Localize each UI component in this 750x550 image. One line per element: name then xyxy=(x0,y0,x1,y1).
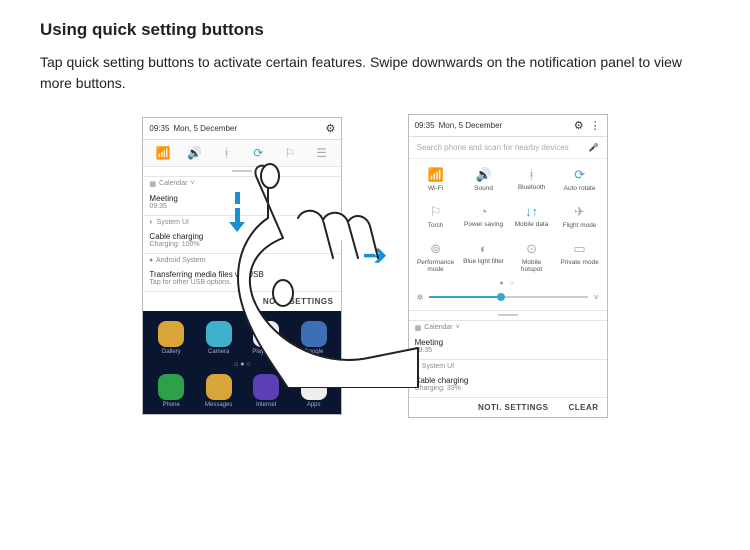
more-icon[interactable]: ⋮ xyxy=(590,119,601,132)
search-placeholder: Search phone and scan for nearby devices xyxy=(417,143,569,152)
clear-button[interactable]: CLEAR xyxy=(569,403,599,412)
auto-brightness-chevron-icon[interactable]: ˅ xyxy=(594,293,599,302)
android-system-header: ♦ Android System xyxy=(143,254,341,267)
qs-blue-light[interactable]: ◐Blue light filter xyxy=(463,241,505,273)
qs-wifi[interactable]: 📶Wi-Fi xyxy=(415,167,457,192)
qs-page-indicator: ● ○ xyxy=(409,278,607,289)
system-ui-header: ◐ System UI xyxy=(409,360,607,373)
page-title: Using quick setting buttons xyxy=(40,20,710,40)
notification-title: Cable charging xyxy=(149,232,335,241)
wifi-icon[interactable]: 📶 xyxy=(155,146,171,160)
notification-meeting[interactable]: Meeting 09:35 xyxy=(409,335,607,360)
notification-media-transfer[interactable]: Transferring media files via USB Tap for… xyxy=(143,267,341,292)
brightness-icon: ✲ xyxy=(417,293,424,302)
app-apps[interactable]: Apps xyxy=(292,374,336,408)
notification-subtext: Tap for other USB options. xyxy=(149,279,335,286)
noti-settings-button[interactable]: NOTI. SETTINGS xyxy=(478,403,549,412)
page-indicator: ⌂ ● ○ xyxy=(149,361,335,368)
qs-hotspot[interactable]: ⊙Mobile hotspot xyxy=(511,241,553,273)
notification-title: Transferring media files via USB xyxy=(149,270,335,279)
notification-charging[interactable]: Cable charging Charging: 33% xyxy=(409,373,607,398)
sound-icon[interactable]: 🔊 xyxy=(187,146,203,160)
status-bar: 09:35 Mon, 5 December ⚙ ⋮ xyxy=(409,115,607,137)
noti-settings-button[interactable]: NOTI. SETTINGS xyxy=(263,297,334,306)
qs-mobile-data[interactable]: ↓↑Mobile data xyxy=(511,204,553,229)
phone-expanded-panel: 09:35 Mon, 5 December ⚙ ⋮ Search phone a… xyxy=(408,114,608,418)
notification-actions: NOTI. SETTINGS xyxy=(143,292,341,311)
app-gallery[interactable]: Gallery xyxy=(149,321,193,355)
torch-icon[interactable]: ⚐ xyxy=(282,146,298,160)
app-internet[interactable]: Internet xyxy=(244,374,288,408)
panel-drag-handle[interactable] xyxy=(409,311,607,321)
quick-settings-grid: 📶Wi-Fi 🔊Sound ᚼBluetooth ⟳Auto rotate ⚐T… xyxy=(409,159,607,278)
qs-flight-mode[interactable]: ✈Flight mode xyxy=(559,204,601,229)
notification-subtext: Charging: 33% xyxy=(415,385,601,392)
status-date: Mon, 5 December xyxy=(173,124,237,133)
swipe-down-arrow-icon xyxy=(229,192,245,232)
mic-icon[interactable]: 🎤 xyxy=(589,143,599,152)
brightness-slider[interactable]: ✲ ˅ xyxy=(409,289,607,311)
search-bar[interactable]: Search phone and scan for nearby devices… xyxy=(409,137,607,159)
notification-title: Meeting xyxy=(415,338,601,347)
app-camera[interactable]: Camera xyxy=(197,321,241,355)
qs-sound[interactable]: 🔊Sound xyxy=(463,167,505,192)
notification-subtext: 09:35 xyxy=(415,347,601,354)
autorotate-icon[interactable]: ⟳ xyxy=(250,146,266,160)
home-screen: Gallery Camera Play Store Google ⌂ ● ○ P… xyxy=(143,311,341,414)
bluetooth-icon[interactable]: ᚼ xyxy=(219,146,235,160)
qs-private[interactable]: ▭Private mode xyxy=(559,241,601,273)
status-bar: 09:35 Mon, 5 December ⚙ xyxy=(143,118,341,140)
notification-actions: NOTI. SETTINGS CLEAR xyxy=(409,398,607,417)
app-messages[interactable]: Messages xyxy=(197,374,241,408)
qs-performance[interactable]: ⊚Performance mode xyxy=(415,241,457,273)
qs-power-saving[interactable]: ◔Power saving xyxy=(463,204,505,229)
settings-icon[interactable]: ⚙ xyxy=(326,122,336,135)
status-time: 09:35 xyxy=(149,124,169,133)
notification-title: Cable charging xyxy=(415,376,601,385)
calendar-header: ▦ Calendar ˅ xyxy=(409,321,607,335)
app-phone[interactable]: Phone xyxy=(149,374,193,408)
status-time: 09:35 xyxy=(415,121,435,130)
arrow-right-icon: ➔ xyxy=(362,238,387,273)
phone-collapsed-panel: 09:35 Mon, 5 December ⚙ 📶 🔊 ᚼ ⟳ ⚐ ☰ ▦ Ca… xyxy=(142,117,342,415)
notification-charging[interactable]: Cable charging Charging: 100% xyxy=(143,229,341,254)
quick-settings-compact: 📶 🔊 ᚼ ⟳ ⚐ ☰ xyxy=(143,140,341,167)
illustration-row: 09:35 Mon, 5 December ⚙ 📶 🔊 ᚼ ⟳ ⚐ ☰ ▦ Ca… xyxy=(40,114,710,418)
qs-bluetooth[interactable]: ᚼBluetooth xyxy=(511,167,553,192)
page-description: Tap quick setting buttons to activate ce… xyxy=(40,52,710,94)
status-date: Mon, 5 December xyxy=(439,121,503,130)
panel-drag-handle[interactable] xyxy=(143,167,341,177)
notification-subtext: Charging: 100% xyxy=(149,241,335,248)
calendar-header: ▦ Calendar ˅ xyxy=(143,177,341,191)
app-google[interactable]: Google xyxy=(292,321,336,355)
qs-autorotate[interactable]: ⟳Auto rotate xyxy=(559,167,601,192)
expand-icon[interactable]: ☰ xyxy=(314,146,330,160)
app-play-store[interactable]: Play Store xyxy=(244,321,288,355)
settings-icon[interactable]: ⚙ xyxy=(574,119,584,132)
qs-torch[interactable]: ⚐Torch xyxy=(415,204,457,229)
